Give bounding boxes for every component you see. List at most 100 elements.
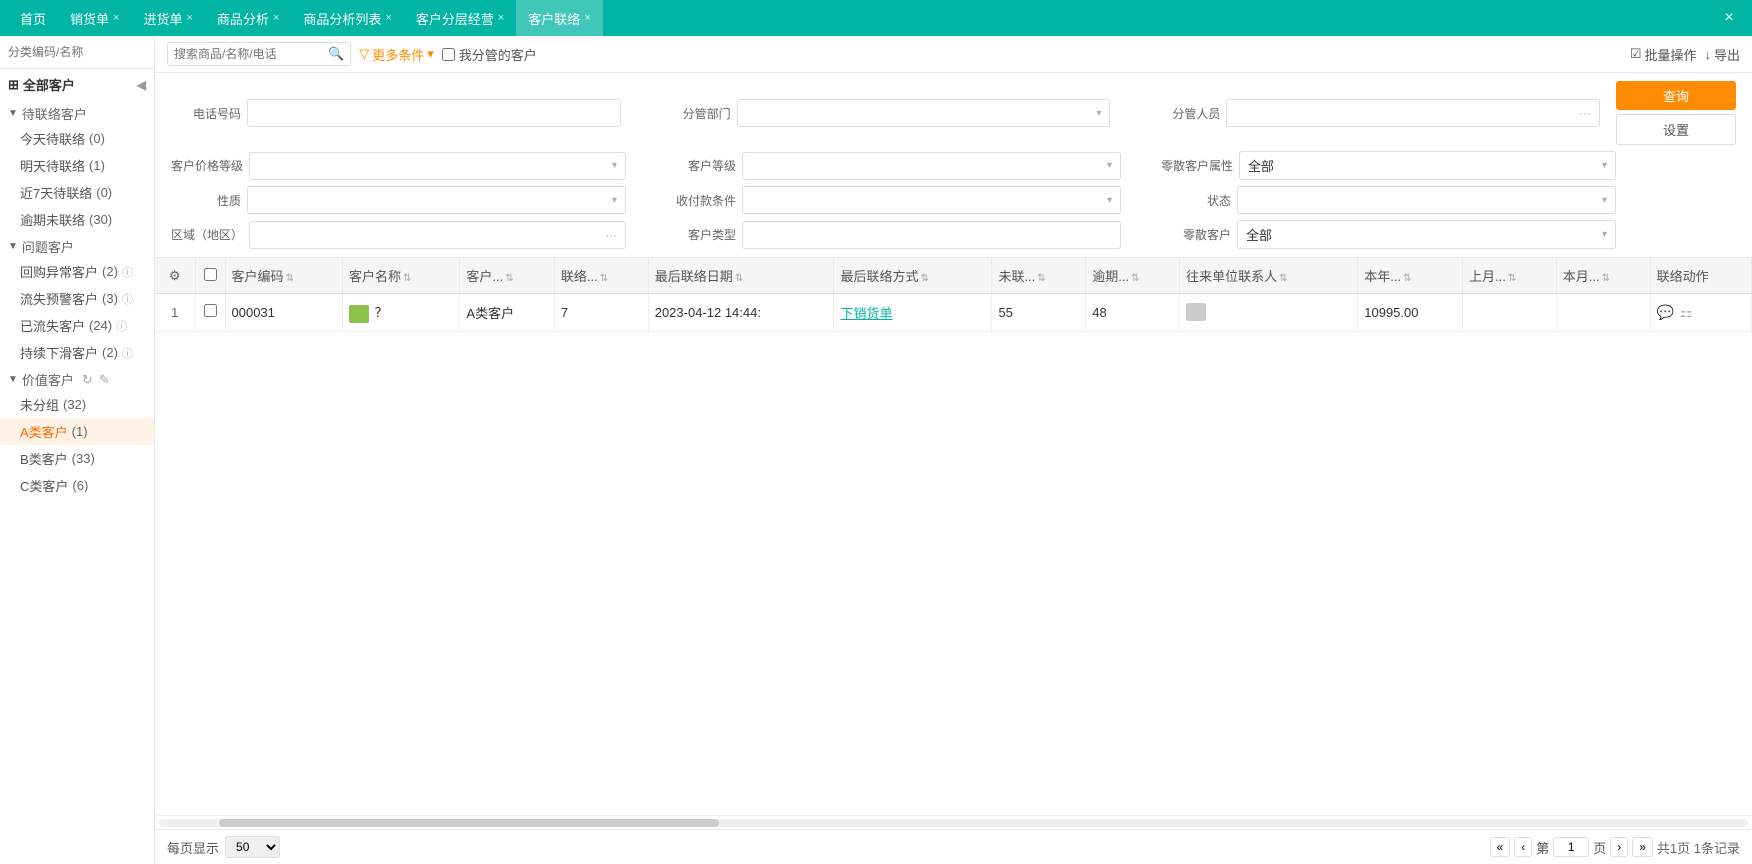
cell-action: 💬 ⚏: [1650, 294, 1751, 332]
link-icon[interactable]: ⚏: [1680, 304, 1693, 321]
nav-customer-stratified[interactable]: 客户分层经营 ×: [404, 0, 516, 36]
filter-row-4: 区域（地区） ··· 客户类型 零散客户: [171, 220, 1736, 249]
settings-button[interactable]: 设置: [1616, 114, 1736, 145]
sidebar-item-7days-pending[interactable]: 近7天待联络 (0): [0, 179, 154, 206]
nav-product-analysis-list[interactable]: 商品分析列表 ×: [291, 0, 403, 36]
filter-nature-select[interactable]: ▾: [247, 186, 626, 214]
sidebar-group-problem[interactable]: ▼ 问题客户: [0, 233, 154, 258]
sidebar-group-value[interactable]: ▼ 价值客户 ↻ ✎: [0, 366, 154, 391]
sidebar-item-churned[interactable]: 已流失客户 (24) ⓘ: [0, 312, 154, 339]
first-page-button[interactable]: «: [1490, 837, 1511, 857]
filter-price-level-select[interactable]: ▾: [249, 152, 626, 180]
sidebar-item-declining[interactable]: 持续下滑客户 (2) ⓘ: [0, 339, 154, 366]
export-button[interactable]: ↓ 导出: [1704, 45, 1740, 64]
my-customer-checkbox-area[interactable]: 我分管的客户: [442, 45, 537, 64]
col-contacts: 往来单位联系人⇅: [1180, 258, 1358, 294]
sidebar-item-today-pending[interactable]: 今天待联络 (0): [0, 125, 154, 152]
action-icons: 💬 ⚏: [1657, 304, 1745, 321]
cell-num: 1: [155, 294, 195, 332]
refresh-icon[interactable]: ↻: [82, 372, 93, 388]
info-icon-repurchase: ⓘ: [122, 264, 133, 280]
filter-retail-customer-select[interactable]: 全部 ▾: [1237, 220, 1616, 249]
nav-sales-order[interactable]: 销货单 ×: [58, 0, 131, 36]
close-customer-contact[interactable]: ×: [584, 12, 590, 24]
nav-customer-contact[interactable]: 客户联络 ×: [516, 0, 602, 36]
filter-price-level-label: 客户价格等级: [171, 157, 243, 174]
filter-status-label: 状态: [1161, 192, 1231, 209]
filter-retail-attr: 零散客户属性 全部 ▾: [1161, 151, 1616, 180]
scroll-thumb[interactable]: [219, 819, 719, 827]
page-size-select[interactable]: 50 100 200: [225, 836, 280, 858]
table-settings-icon[interactable]: ⚙: [169, 268, 181, 283]
chevron-nature: ▾: [612, 195, 617, 206]
cell-contact-count: 7: [554, 294, 648, 332]
filter-customer-level-select[interactable]: ▾: [742, 152, 1121, 180]
filter-price-level: 客户价格等级 ▾: [171, 152, 626, 180]
filter-manager-select[interactable]: ···: [1226, 99, 1600, 127]
close-purchase-order[interactable]: ×: [186, 12, 192, 24]
sidebar-item-class-a[interactable]: A类客户 (1): [0, 418, 154, 445]
sidebar-search-input[interactable]: [8, 45, 155, 59]
contact-method-link[interactable]: 下销货单: [840, 306, 892, 321]
batch-operations-button[interactable]: ☑ 批量操作: [1630, 45, 1697, 64]
search-box: 🔍: [167, 42, 351, 66]
horizontal-scrollbar[interactable]: [155, 815, 1752, 829]
search-icon[interactable]: 🔍: [328, 46, 344, 62]
filter-region-select[interactable]: ···: [249, 221, 626, 249]
close-sales-order[interactable]: ×: [113, 12, 119, 24]
filter-manager: 分管人员 ···: [1150, 99, 1600, 127]
sidebar-item-ungrouped[interactable]: 未分组 (32): [0, 391, 154, 418]
bottom-bar: 每页显示 50 100 200 « ‹ 第 页 › » 共1页 1条记录: [155, 829, 1752, 864]
close-product-analysis[interactable]: ×: [273, 12, 279, 24]
close-customer-stratified[interactable]: ×: [498, 12, 504, 24]
filter-customer-type: 客户类型: [666, 221, 1121, 249]
filter-retail-attr-select[interactable]: 全部 ▾: [1239, 151, 1616, 180]
row-checkbox[interactable]: [204, 304, 217, 317]
sidebar-group-pending[interactable]: ▼ 待联络客户: [0, 100, 154, 125]
filter-dept-select[interactable]: ▾: [737, 99, 1111, 127]
sidebar-item-class-c[interactable]: C类客户 (6): [0, 472, 154, 499]
sidebar-all-customers[interactable]: ⊞ 全部客户 ◀: [0, 69, 154, 100]
close-product-analysis-list[interactable]: ×: [385, 12, 391, 24]
export-icon: ↓: [1704, 47, 1711, 62]
collapse-icon-problem: ▼: [8, 241, 18, 252]
filter-status-select[interactable]: ▾: [1237, 186, 1616, 214]
table-row: 1 000031 ？ A类客户: [155, 294, 1752, 332]
collapse-icon-pending: ▼: [8, 108, 18, 119]
sidebar: 🔍 ⊞ 全部客户 ◀ ▼ 待联络客户 今天待联络 (0) 明天待联络 (1) 近…: [0, 36, 155, 864]
last-page-button[interactable]: »: [1632, 837, 1653, 857]
cell-contacts: [1180, 294, 1358, 332]
filter-phone-input[interactable]: [247, 99, 621, 127]
sidebar-item-class-b[interactable]: B类客户 (33): [0, 445, 154, 472]
filter-retail-customer: 零散客户 全部 ▾: [1161, 220, 1616, 249]
col-this-month: 本月...⇅: [1556, 258, 1650, 294]
sidebar-item-repurchase-anomaly[interactable]: 回购异常客户 (2) ⓘ: [0, 258, 154, 285]
chat-icon[interactable]: 💬: [1657, 304, 1674, 321]
page-number-input[interactable]: [1553, 837, 1589, 857]
edit-icon-value[interactable]: ✎: [99, 372, 110, 388]
main-layout: 🔍 ⊞ 全部客户 ◀ ▼ 待联络客户 今天待联络 (0) 明天待联络 (1) 近…: [0, 36, 1752, 864]
filter-region: 区域（地区） ···: [171, 221, 626, 249]
more-filters-button[interactable]: ▽ 更多条件 ▾: [359, 45, 434, 64]
sidebar-fold-button[interactable]: ◀: [137, 78, 146, 92]
nav-product-analysis[interactable]: 商品分析 ×: [205, 0, 291, 36]
nav-home[interactable]: 首页: [8, 0, 58, 36]
query-button[interactable]: 查询: [1616, 81, 1736, 110]
top-navigation: 首页 销货单 × 进货单 × 商品分析 × 商品分析列表 × 客户分层经营 × …: [0, 0, 1752, 36]
toolbar: 🔍 ▽ 更多条件 ▾ 我分管的客户 ☑ 批量操作 ↓ 导出: [155, 36, 1752, 73]
select-all-checkbox[interactable]: [204, 268, 217, 281]
filter-payment-select[interactable]: ▾: [742, 186, 1121, 214]
sidebar-item-churn-warning[interactable]: 流失预警客户 (3) ⓘ: [0, 285, 154, 312]
global-close-button[interactable]: ×: [1714, 0, 1744, 36]
next-page-button[interactable]: ›: [1610, 837, 1628, 857]
col-action: 联络动作: [1650, 258, 1751, 294]
my-customer-checkbox[interactable]: [442, 48, 455, 61]
filter-customer-type-select[interactable]: [742, 221, 1121, 249]
sidebar-item-tomorrow-pending[interactable]: 明天待联络 (1): [0, 152, 154, 179]
sidebar-item-overdue-pending[interactable]: 逾期未联络 (30): [0, 206, 154, 233]
prev-page-button[interactable]: ‹: [1514, 837, 1532, 857]
nav-purchase-order[interactable]: 进货单 ×: [131, 0, 204, 36]
search-input[interactable]: [174, 47, 324, 61]
chevron-payment: ▾: [1107, 195, 1112, 206]
chevron-down-icon: ▾: [427, 46, 434, 62]
